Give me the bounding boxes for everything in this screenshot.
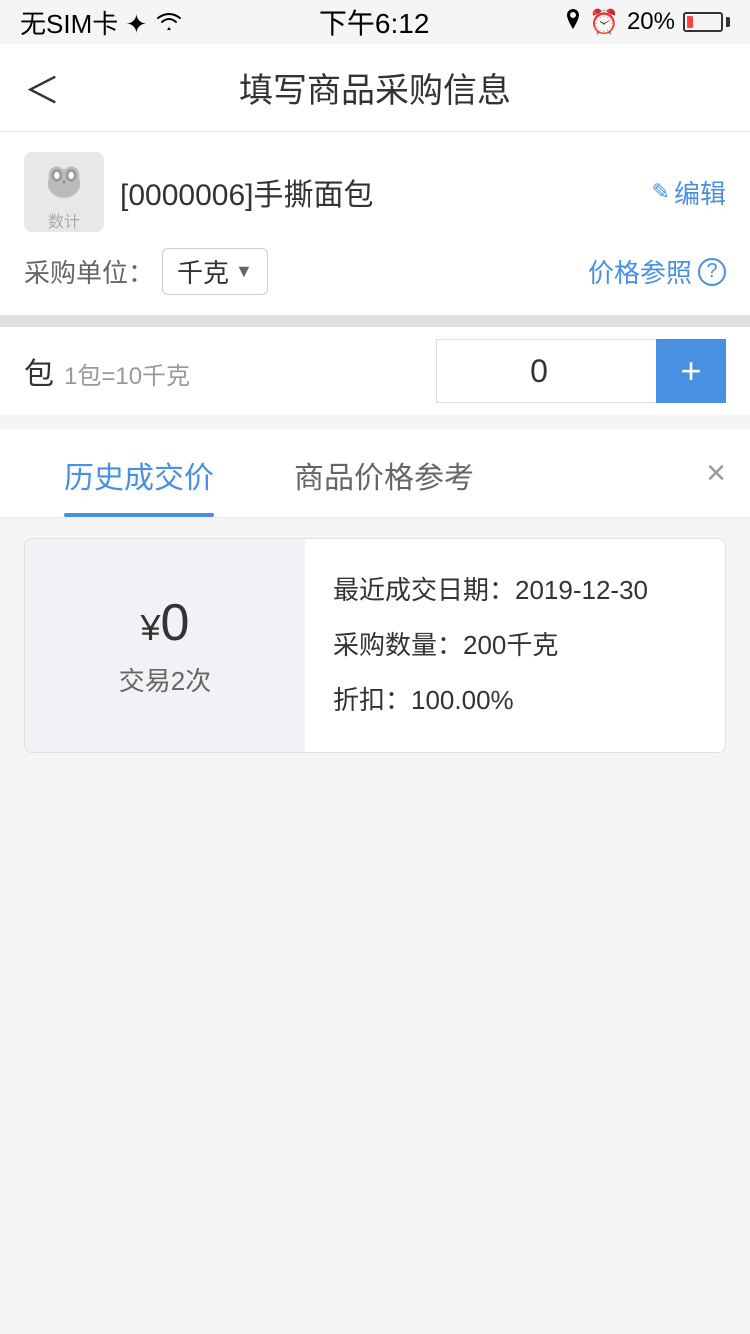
quantity-unit: 包 (24, 349, 54, 393)
status-time: 下午6:12 (319, 2, 430, 42)
product-section: 数计 [0000006]手撕面包 ✎ 编辑 采购单位： 千克 ▼ 价格参照 ? (0, 132, 750, 315)
unit-selector[interactable]: 千克 ▼ (162, 248, 268, 295)
trade-card: ¥0 交易2次 最近成交日期：2019-12-30 采购数量：200千克 折扣：… (24, 538, 726, 753)
tab-product-price-label: 商品价格参考 (294, 462, 474, 495)
quantity-label: 包 1包=10千克 (24, 349, 190, 393)
tab-close-button[interactable]: × (666, 434, 726, 513)
discount-label: 折扣： (333, 685, 411, 715)
location-icon (565, 8, 581, 36)
page-title: 填写商品采购信息 (239, 63, 511, 112)
battery-percent: 20% (627, 8, 675, 36)
alarm-icon: ⏰ (589, 8, 619, 37)
trade-qty-row: 采购数量：200千克 (333, 626, 697, 665)
tab-active-indicator (64, 513, 214, 517)
trade-discount-row: 折扣：100.00% (333, 681, 697, 720)
edit-icon: ✎ (652, 179, 670, 205)
quantity-row: 包 1包=10千克 + (0, 327, 750, 415)
recent-date-label: 最近成交日期： (333, 575, 515, 605)
unit-arrow-icon: ▼ (235, 261, 253, 282)
price-number: 0 (161, 594, 190, 652)
unit-conversion: 1包=10千克 (64, 356, 190, 391)
trade-price-section: ¥0 交易2次 (25, 539, 305, 752)
status-right-group: ⏰ 20% (565, 8, 730, 37)
status-carrier: 无SIM卡 ✦ (20, 4, 183, 41)
purchase-qty-label: 采购数量： (333, 630, 463, 660)
content-area: ¥0 交易2次 最近成交日期：2019-12-30 采购数量：200千克 折扣：… (0, 518, 750, 773)
trade-count: 交易2次 (119, 661, 211, 698)
discount-value: 100.00% (411, 685, 514, 715)
trade-details: 最近成交日期：2019-12-30 采购数量：200千克 折扣：100.00% (305, 539, 725, 752)
close-icon: × (706, 454, 726, 492)
back-button[interactable]: ＜ (24, 62, 60, 114)
plus-icon: + (680, 350, 701, 392)
trade-date-row: 最近成交日期：2019-12-30 (333, 571, 697, 610)
edit-button[interactable]: ✎ 编辑 (652, 174, 726, 211)
purchase-unit-label: 采购单位： (24, 253, 154, 290)
tab-history-price[interactable]: 历史成交价 (24, 429, 254, 517)
recent-date-value: 2019-12-30 (515, 575, 648, 605)
purchase-unit-row: 采购单位： 千克 ▼ (24, 248, 268, 295)
product-thumbnail: 数计 (24, 152, 104, 232)
carrier-text: 无SIM卡 ✦ (20, 4, 147, 41)
quantity-control: + (436, 339, 726, 403)
tab-bar: 历史成交价 商品价格参考 × (0, 429, 750, 518)
product-name: [0000006]手撕面包 (120, 170, 373, 214)
tab-history-label: 历史成交价 (64, 462, 214, 495)
currency-symbol: ¥ (141, 607, 161, 648)
trade-price-value: ¥0 (141, 593, 190, 653)
product-header: 数计 [0000006]手撕面包 ✎ 编辑 (24, 152, 726, 232)
price-ref-label: 价格参照 (588, 253, 692, 290)
product-info: 数计 [0000006]手撕面包 (24, 152, 373, 232)
price-ref-help-icon: ? (698, 258, 726, 286)
unit-value: 千克 (177, 253, 229, 290)
quantity-plus-button[interactable]: + (656, 339, 726, 403)
quantity-input[interactable] (436, 339, 656, 403)
section-divider (0, 315, 750, 327)
edit-label: 编辑 (674, 174, 726, 211)
battery-icon (683, 12, 730, 32)
price-ref-button[interactable]: 价格参照 ? (588, 253, 726, 290)
status-bar: 无SIM卡 ✦ 下午6:12 ⏰ 20% (0, 0, 750, 44)
nav-bar: ＜ 填写商品采购信息 (0, 44, 750, 132)
tab-product-price-ref[interactable]: 商品价格参考 (254, 429, 514, 517)
purchase-qty-value: 200千克 (463, 630, 558, 660)
wifi-icon (155, 7, 183, 38)
product-footer: 采购单位： 千克 ▼ 价格参照 ? (24, 248, 726, 295)
